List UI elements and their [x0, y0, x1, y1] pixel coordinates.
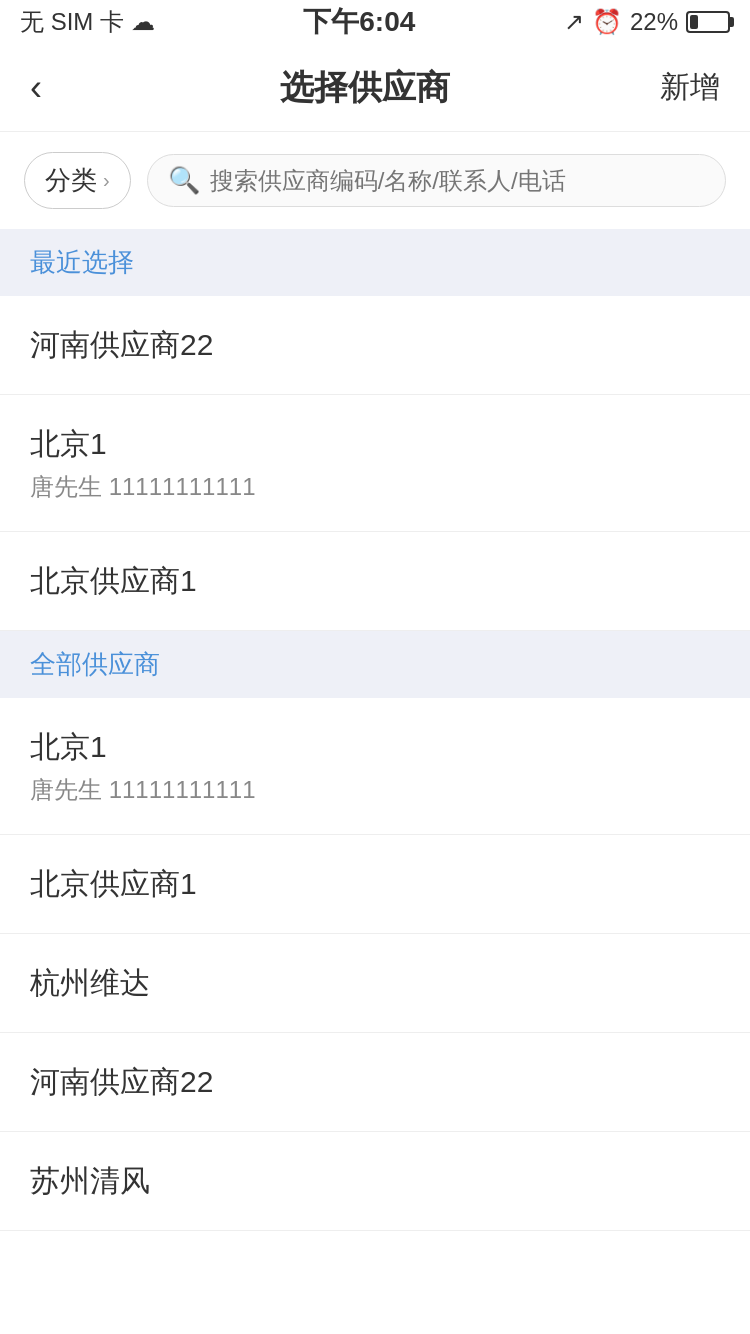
all-section-label: 全部供应商	[30, 649, 160, 679]
battery-icon	[686, 11, 730, 33]
all-section-header: 全部供应商	[0, 631, 750, 698]
category-label: 分类	[45, 163, 97, 198]
item-name: 苏州清风	[30, 1160, 720, 1202]
list-item[interactable]: 北京1 唐先生 11111111111	[0, 698, 750, 835]
back-button[interactable]: ‹	[30, 67, 90, 109]
item-sub: 唐先生 11111111111	[30, 471, 720, 503]
item-name: 河南供应商22	[30, 1061, 720, 1103]
filter-row: 分类 › 🔍	[0, 132, 750, 229]
nav-bar: ‹ 选择供应商 新增	[0, 44, 750, 132]
item-name: 北京供应商1	[30, 560, 720, 602]
item-sub: 唐先生 11111111111	[30, 774, 720, 806]
category-filter-button[interactable]: 分类 ›	[24, 152, 131, 209]
list-item[interactable]: 河南供应商22	[0, 1033, 750, 1132]
recent-items-list: 河南供应商22 北京1 唐先生 11111111111 北京供应商1	[0, 296, 750, 631]
item-name: 杭州维达	[30, 962, 720, 1004]
search-icon: 🔍	[168, 165, 200, 196]
list-item[interactable]: 苏州清风	[0, 1132, 750, 1231]
alarm-icon: ⏰	[592, 8, 622, 36]
recent-section-header: 最近选择	[0, 229, 750, 296]
status-left: 无 SIM 卡 ☁	[20, 6, 155, 38]
sim-status: 无 SIM 卡 ☁	[20, 6, 155, 38]
list-item[interactable]: 杭州维达	[0, 934, 750, 1033]
battery-percent: 22%	[630, 8, 678, 36]
status-bar: 无 SIM 卡 ☁ 下午6:04 ↗ ⏰ 22%	[0, 0, 750, 44]
item-name: 北京1	[30, 423, 720, 465]
list-item[interactable]: 北京1 唐先生 11111111111	[0, 395, 750, 532]
add-button[interactable]: 新增	[640, 67, 720, 108]
location-icon: ↗	[564, 8, 584, 36]
list-item[interactable]: 北京供应商1	[0, 835, 750, 934]
all-items-list: 北京1 唐先生 11111111111 北京供应商1 杭州维达河南供应商22 苏州清风	[0, 698, 750, 1231]
chevron-right-icon: ›	[103, 169, 110, 192]
battery-fill	[690, 15, 698, 29]
item-name: 北京供应商1	[30, 863, 720, 905]
page-title: 选择供应商	[280, 65, 450, 111]
recent-section-label: 最近选择	[30, 247, 134, 277]
item-name: 北京1	[30, 726, 720, 768]
search-input[interactable]	[210, 167, 705, 195]
search-box: 🔍	[147, 154, 726, 207]
status-right: ↗ ⏰ 22%	[564, 8, 730, 36]
status-time: 下午6:04	[303, 3, 415, 41]
list-item[interactable]: 北京供应商1	[0, 532, 750, 631]
list-item[interactable]: 河南供应商22	[0, 296, 750, 395]
item-name: 河南供应商22	[30, 324, 720, 366]
